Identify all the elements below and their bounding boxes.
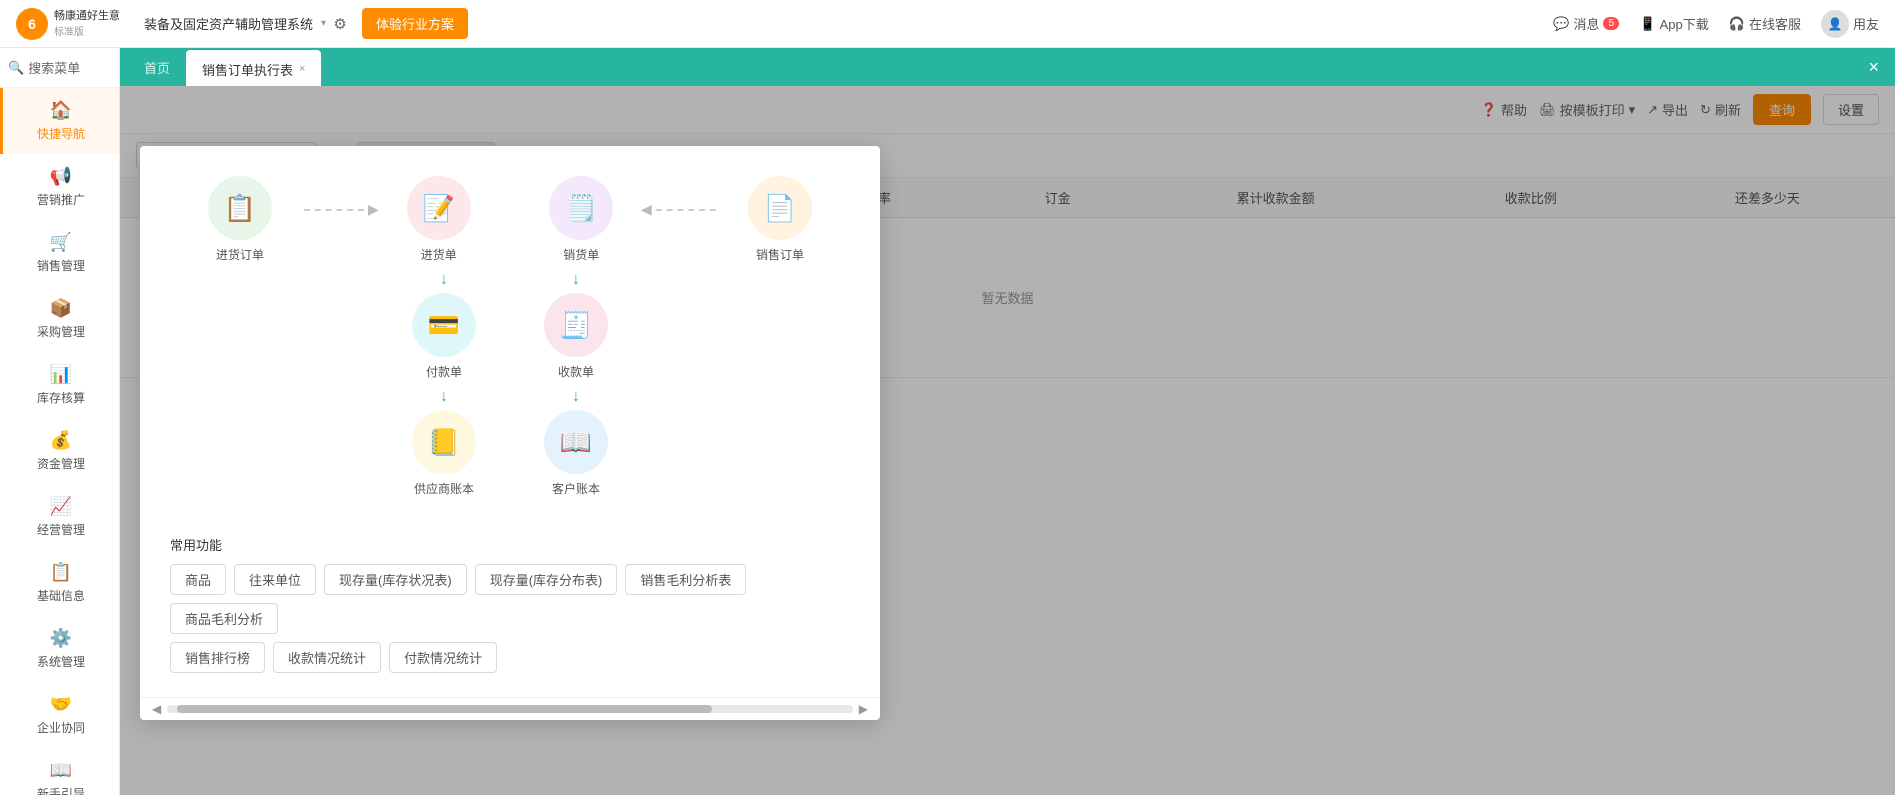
- down-arrow-receipt-bill: ↓: [516, 388, 636, 406]
- sidebar-item-operation[interactable]: 📈 经营管理: [0, 484, 119, 550]
- scrollbar-track[interactable]: [167, 705, 853, 713]
- sales-bill-node[interactable]: 🗒️ 销货单: [521, 176, 641, 263]
- common-functions: 常用功能 商品 往来单位 现存量(库存状况表) 现存量(库存分布表) 销售毛利分…: [140, 525, 880, 697]
- supplier-ledger-circle: 📒: [412, 410, 476, 474]
- receipt-bill-node[interactable]: 🧾 收款单: [516, 293, 636, 380]
- sidebar: 🔍 搜索菜单 🏠 快捷导航 📢 营销推广 🛒 销售管理 📦 采购管理 📊 库存核…: [0, 48, 120, 795]
- down-arrows-row-1: ↓ ↓: [180, 271, 840, 289]
- supplier-ledger-node[interactable]: 📒 供应商账本: [384, 410, 504, 497]
- marketing-icon: 📢: [50, 166, 72, 187]
- sales-bill-circle: 🗒️: [549, 176, 613, 240]
- logo-text: 畅康通好生意: [54, 9, 120, 23]
- user-avatar: 👤: [1821, 10, 1849, 38]
- sidebar-item-quick-nav[interactable]: 🏠 快捷导航: [0, 88, 119, 154]
- inventory-icon: 📊: [50, 364, 72, 385]
- system-icon: ⚙️: [50, 628, 72, 649]
- func-btn-sales-rank[interactable]: 销售排行榜: [170, 642, 265, 673]
- logo-sub: 标准版: [54, 23, 120, 38]
- logo-icon: 6: [16, 8, 48, 40]
- payment-bill-node[interactable]: 💳 付款单: [384, 293, 504, 380]
- sidebar-item-basic[interactable]: 📋 基础信息: [0, 550, 119, 616]
- receipt-bill-circle: 🧾: [544, 293, 608, 357]
- header-right: 💬 消息 5 📱 App下载 🎧 在线客服 👤 用友: [1553, 10, 1879, 38]
- page-content: ❓ 帮助 🖨 按模板打印 ▾ ↗ 导出 ↻ 刷新 查询 设置: [120, 86, 1895, 795]
- sidebar-item-newbie[interactable]: 📖 新手引导: [0, 748, 119, 795]
- online-service-button[interactable]: 🎧 在线客服: [1729, 14, 1801, 33]
- service-icon: 🎧: [1729, 16, 1745, 32]
- purchase-order-circle: 📋: [208, 176, 272, 240]
- finance-icon: 💰: [50, 430, 72, 451]
- sales-order-circle: 📄: [748, 176, 812, 240]
- system-name: 装备及固定资产辅助管理系统: [144, 14, 313, 33]
- basic-icon: 📋: [50, 562, 72, 583]
- payment-bill-circle: 💳: [412, 293, 476, 357]
- purchase-icon: 📦: [50, 298, 72, 319]
- customer-ledger-node[interactable]: 📖 客户账本: [516, 410, 636, 497]
- scroll-left-arrow[interactable]: ◀: [152, 702, 161, 716]
- sidebar-item-purchase[interactable]: 📦 采购管理: [0, 286, 119, 352]
- user-area[interactable]: 👤 用友: [1821, 10, 1879, 38]
- system-selector[interactable]: 装备及固定资产辅助管理系统 ▾: [144, 14, 326, 33]
- arrow-sales-order-to-bill: ▶: [641, 201, 720, 238]
- tab-bar: 首页 销售订单执行表 × ×: [120, 48, 1895, 86]
- sidebar-item-enterprise[interactable]: 🤝 企业协同: [0, 682, 119, 748]
- down-arrow-payment-bill: ↓: [384, 388, 504, 406]
- modal-overlay[interactable]: 📋 进货订单 ▶: [120, 86, 1895, 795]
- func-btn-stock-status[interactable]: 现存量(库存状况表): [324, 564, 467, 595]
- download-icon: 📱: [1639, 16, 1655, 32]
- message-badge: 5: [1603, 17, 1619, 30]
- operation-icon: 📈: [50, 496, 72, 517]
- scroll-right-arrow[interactable]: ▶: [859, 702, 868, 716]
- tab-home[interactable]: 首页: [128, 48, 186, 86]
- func-buttons-row-1: 商品 往来单位 现存量(库存状况表) 现存量(库存分布表) 销售毛利分析表 商品…: [170, 564, 850, 634]
- app-download-button[interactable]: 📱 App下载: [1639, 14, 1708, 33]
- arrow-purchase-order-to-bill: ▶: [300, 201, 379, 238]
- flow-diagram: 📋 进货订单 ▶: [140, 146, 880, 525]
- tab-close-icon[interactable]: ×: [299, 63, 305, 75]
- sidebar-item-sales[interactable]: 🛒 销售管理: [0, 220, 119, 286]
- gear-button[interactable]: ⚙: [326, 10, 354, 38]
- func-buttons-row-2: 销售排行榜 收款情况统计 付款情况统计: [170, 642, 850, 673]
- common-title: 常用功能: [170, 535, 850, 554]
- home-icon: 🏠: [50, 100, 72, 121]
- tab-sales-order[interactable]: 销售订单执行表 ×: [186, 50, 321, 88]
- func-btn-partners[interactable]: 往来单位: [234, 564, 316, 595]
- down-arrow-sales-bill: ↓: [516, 271, 636, 289]
- func-btn-sales-gross[interactable]: 销售毛利分析表: [625, 564, 746, 595]
- purchase-bill-circle: 📝: [407, 176, 471, 240]
- enterprise-icon: 🤝: [50, 694, 72, 715]
- sales-icon: 🛒: [50, 232, 72, 253]
- message-button[interactable]: 💬 消息 5: [1553, 14, 1619, 33]
- logo-area: 6 畅康通好生意 标准版: [16, 8, 136, 40]
- search-menu[interactable]: 🔍 搜索菜单: [0, 48, 119, 88]
- down-arrows-row-2: ↓ ↓: [180, 388, 840, 406]
- scrollbar-thumb: [177, 705, 712, 713]
- func-btn-stock-dist[interactable]: 现存量(库存分布表): [475, 564, 618, 595]
- func-btn-goods-gross[interactable]: 商品毛利分析: [170, 603, 278, 634]
- func-btn-receipt-stats[interactable]: 收款情况统计: [273, 642, 381, 673]
- message-icon: 💬: [1553, 16, 1569, 32]
- func-btn-payment-stats[interactable]: 付款情况统计: [389, 642, 497, 673]
- newbie-icon: 📖: [50, 760, 72, 781]
- content-area: 首页 销售订单执行表 × × ❓ 帮助 🖨 按模板打印 ▾: [120, 48, 1895, 795]
- func-btn-goods[interactable]: 商品: [170, 564, 226, 595]
- search-icon: 🔍: [8, 60, 24, 76]
- sidebar-item-marketing[interactable]: 📢 营销推广: [0, 154, 119, 220]
- modal-box: 📋 进货订单 ▶: [140, 146, 880, 720]
- flow-row-1: 📋 进货订单 ▶: [180, 176, 840, 263]
- close-all-button[interactable]: ×: [1860, 57, 1887, 78]
- flow-row-3: 📒 供应商账本 📖 客户账本: [180, 410, 840, 497]
- sidebar-item-finance[interactable]: 💰 资金管理: [0, 418, 119, 484]
- down-arrow-purchase-bill: ↓: [384, 271, 504, 289]
- experience-button[interactable]: 体验行业方案: [362, 8, 468, 39]
- sidebar-item-system[interactable]: ⚙️ 系统管理: [0, 616, 119, 682]
- purchase-order-node[interactable]: 📋 进货订单: [180, 176, 300, 263]
- sidebar-item-inventory[interactable]: 📊 库存核算: [0, 352, 119, 418]
- sales-order-node[interactable]: 📄 销售订单: [720, 176, 840, 263]
- customer-ledger-circle: 📖: [544, 410, 608, 474]
- modal-scrollbar: ◀ ▶: [140, 697, 880, 720]
- flow-row-2: 💳 付款单 🧾 收款单: [180, 293, 840, 380]
- purchase-bill-node[interactable]: 📝 进货单: [379, 176, 499, 263]
